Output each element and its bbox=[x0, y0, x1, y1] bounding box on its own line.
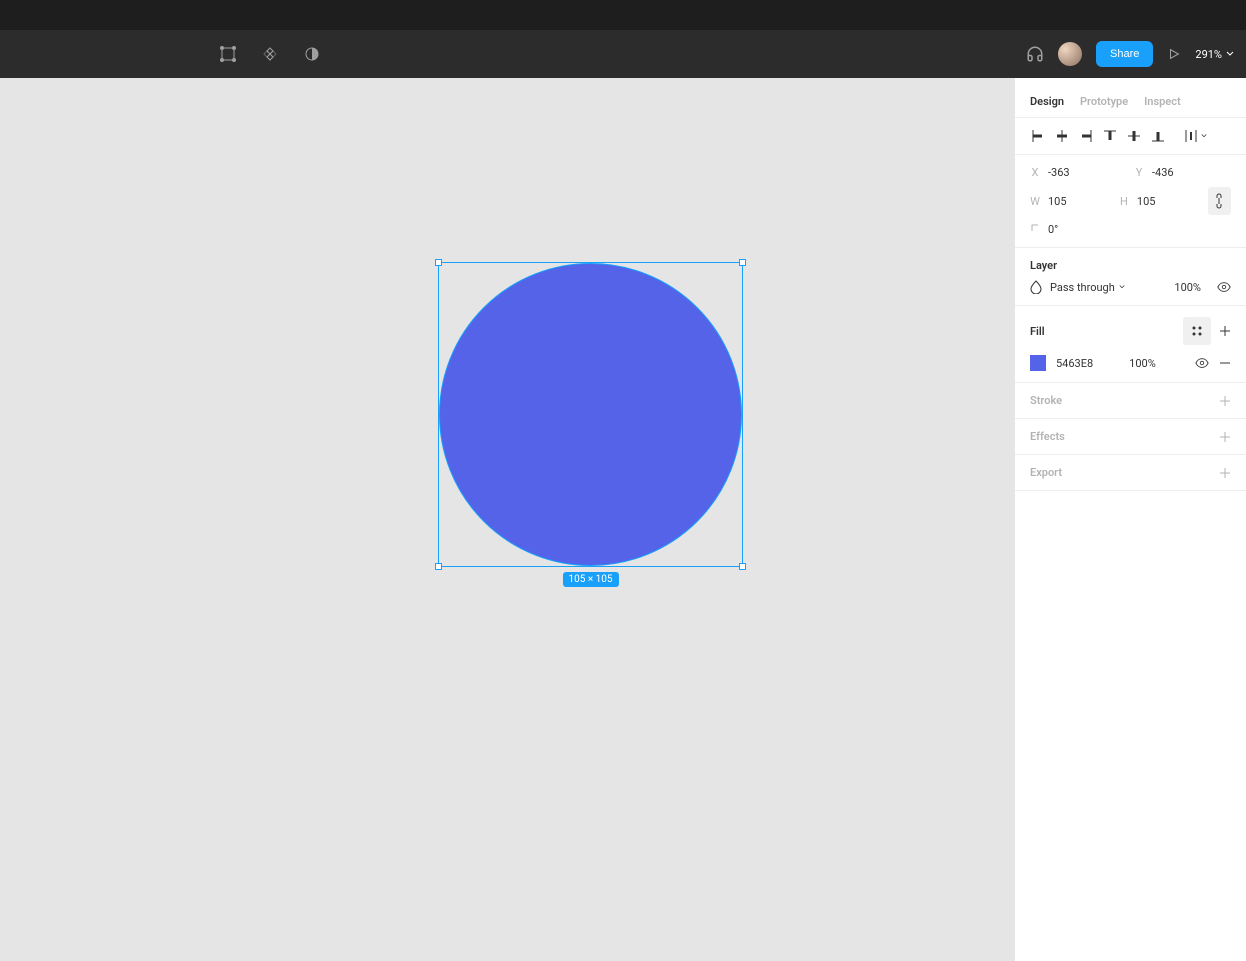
align-top-icon[interactable] bbox=[1102, 128, 1118, 144]
add-effect-button[interactable] bbox=[1219, 431, 1231, 443]
canvas[interactable]: 105 × 105 bbox=[0, 78, 1014, 961]
plus-icon bbox=[1219, 467, 1231, 479]
rotation-icon bbox=[1030, 223, 1040, 236]
right-panel: Design Prototype Inspect X -363 Y -436 W 10… bbox=[1014, 78, 1246, 961]
layer-section-title: Layer bbox=[1030, 259, 1231, 272]
stroke-section: Stroke bbox=[1015, 383, 1246, 419]
blend-mode-value: Pass through bbox=[1050, 281, 1115, 294]
blend-mode-icon[interactable] bbox=[1030, 280, 1042, 294]
y-value: -436 bbox=[1152, 166, 1174, 179]
y-field[interactable]: Y -436 bbox=[1134, 166, 1222, 179]
window-titlebar bbox=[0, 0, 1246, 30]
export-section-title: Export bbox=[1030, 466, 1062, 479]
resize-handle-bottom-left[interactable] bbox=[435, 563, 442, 570]
distribute-dropdown[interactable] bbox=[1183, 128, 1207, 144]
x-field[interactable]: X -363 bbox=[1030, 166, 1118, 179]
tab-inspect[interactable]: Inspect bbox=[1144, 95, 1181, 108]
selection-dimensions-label: 105 × 105 bbox=[562, 572, 618, 587]
link-icon bbox=[1213, 193, 1225, 209]
resize-handle-top-left[interactable] bbox=[435, 259, 442, 266]
fill-section-title: Fill bbox=[1030, 325, 1045, 338]
stroke-section-title: Stroke bbox=[1030, 394, 1062, 407]
zoom-value: 291% bbox=[1195, 48, 1222, 61]
w-label: W bbox=[1030, 195, 1040, 208]
present-button[interactable] bbox=[1167, 47, 1181, 61]
layer-visibility-icon[interactable] bbox=[1217, 280, 1231, 294]
fill-visibility-icon[interactable] bbox=[1195, 356, 1209, 370]
mask-tool[interactable] bbox=[296, 38, 328, 70]
x-value: -363 bbox=[1048, 166, 1070, 179]
constrain-proportions-button[interactable] bbox=[1208, 187, 1231, 215]
fill-opacity-field[interactable]: 100% bbox=[1129, 357, 1156, 370]
align-bottom-icon[interactable] bbox=[1150, 128, 1166, 144]
top-toolbar: Share 291% bbox=[0, 30, 1246, 78]
rotation-value: 0° bbox=[1048, 223, 1058, 236]
transform-section: X -363 Y -436 W 105 H 105 0° bbox=[1015, 155, 1246, 248]
resize-handle-top-right[interactable] bbox=[739, 259, 746, 266]
ellipse-shape[interactable] bbox=[439, 263, 742, 566]
chevron-down-icon bbox=[1201, 133, 1207, 139]
audio-chat-icon[interactable] bbox=[1026, 45, 1044, 63]
fill-section: Fill 5463E8 100% bbox=[1015, 306, 1246, 383]
w-value: 105 bbox=[1048, 195, 1067, 208]
zoom-dropdown[interactable]: 291% bbox=[1195, 48, 1234, 61]
effects-section-title: Effects bbox=[1030, 430, 1065, 443]
plus-icon bbox=[1219, 431, 1231, 443]
rotation-field[interactable]: 0° bbox=[1030, 223, 1118, 236]
h-label: H bbox=[1119, 195, 1129, 208]
align-hcenter-icon[interactable] bbox=[1054, 128, 1070, 144]
minus-icon bbox=[1219, 357, 1231, 369]
align-right-icon[interactable] bbox=[1078, 128, 1094, 144]
styles-icon bbox=[1191, 325, 1203, 337]
x-label: X bbox=[1030, 166, 1040, 179]
main-area: 105 × 105 Design Prototype Inspect X -363… bbox=[0, 78, 1246, 961]
layer-section: Layer Pass through 100% bbox=[1015, 248, 1246, 306]
export-section: Export bbox=[1015, 455, 1246, 491]
effects-section: Effects bbox=[1015, 419, 1246, 455]
h-field[interactable]: H 105 bbox=[1119, 195, 1192, 208]
resize-handle-bottom-right[interactable] bbox=[739, 563, 746, 570]
components-tool[interactable] bbox=[254, 38, 286, 70]
blend-mode-dropdown[interactable]: Pass through bbox=[1050, 281, 1125, 294]
add-fill-button[interactable] bbox=[1219, 325, 1231, 337]
remove-fill-button[interactable] bbox=[1219, 357, 1231, 369]
fill-hex-field[interactable]: 5463E8 bbox=[1056, 357, 1093, 370]
add-stroke-button[interactable] bbox=[1219, 395, 1231, 407]
y-label: Y bbox=[1134, 166, 1144, 179]
toolbar-right-group: Share 291% bbox=[1026, 41, 1234, 67]
chevron-down-icon bbox=[1226, 50, 1234, 58]
tab-design[interactable]: Design bbox=[1030, 95, 1064, 108]
h-value: 105 bbox=[1137, 195, 1156, 208]
fill-styles-button[interactable] bbox=[1183, 317, 1211, 345]
edit-object-tool[interactable] bbox=[212, 38, 244, 70]
toolbar-left-group bbox=[212, 38, 328, 70]
tab-prototype[interactable]: Prototype bbox=[1080, 95, 1128, 108]
add-export-button[interactable] bbox=[1219, 467, 1231, 479]
panel-tabs: Design Prototype Inspect bbox=[1015, 78, 1246, 118]
plus-icon bbox=[1219, 395, 1231, 407]
user-avatar[interactable] bbox=[1058, 42, 1082, 66]
w-field[interactable]: W 105 bbox=[1030, 195, 1103, 208]
selection-bounds[interactable]: 105 × 105 bbox=[438, 262, 743, 567]
layer-opacity-field[interactable]: 100% bbox=[1174, 281, 1201, 294]
plus-icon bbox=[1219, 325, 1231, 337]
align-left-icon[interactable] bbox=[1030, 128, 1046, 144]
fill-color-swatch[interactable] bbox=[1030, 355, 1046, 371]
align-vcenter-icon[interactable] bbox=[1126, 128, 1142, 144]
chevron-down-icon bbox=[1119, 284, 1125, 290]
alignment-row bbox=[1015, 118, 1246, 155]
share-button[interactable]: Share bbox=[1096, 41, 1153, 67]
